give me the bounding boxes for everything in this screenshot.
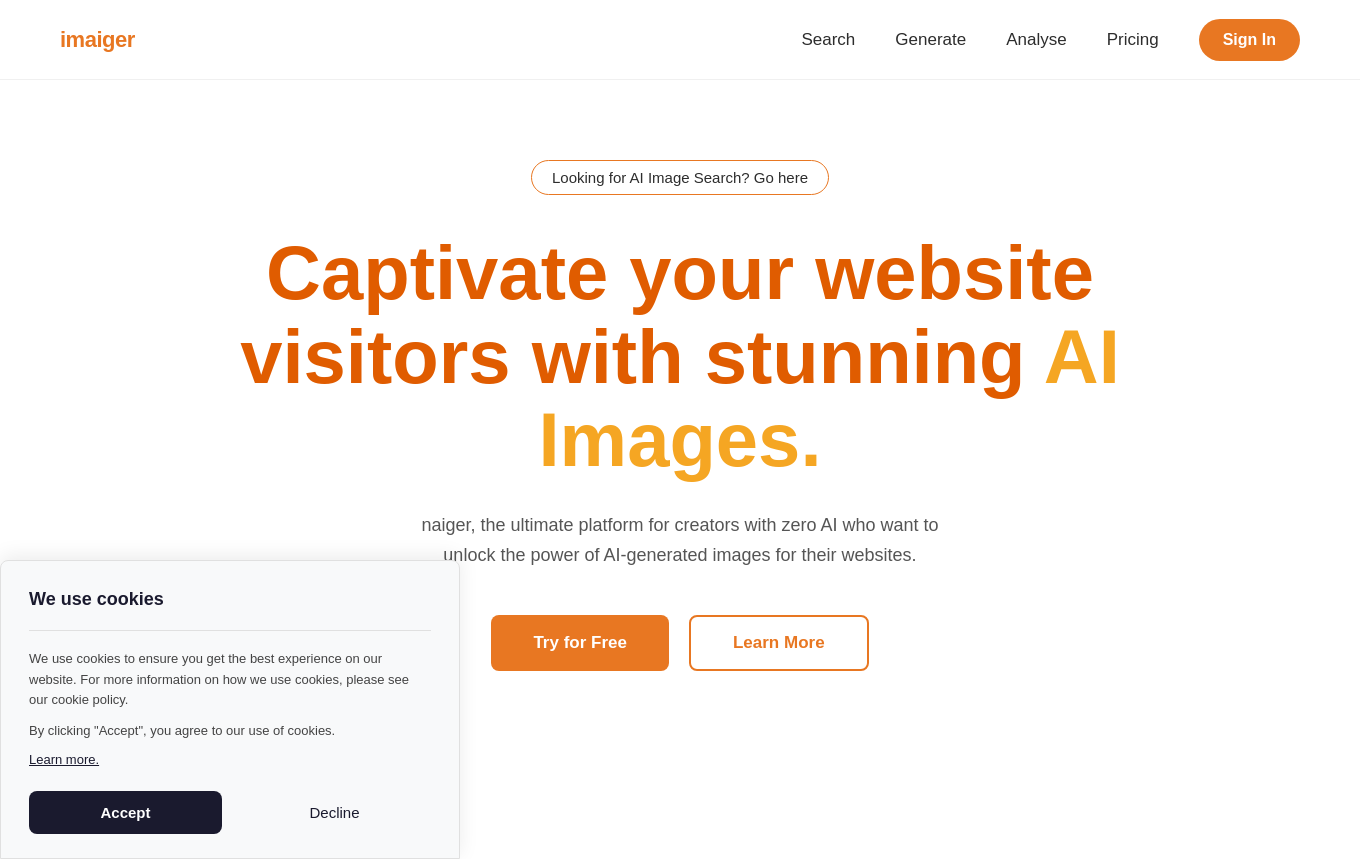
try-for-free-button[interactable]: Try for Free [491,615,669,671]
hero-title-line3: Images. [538,397,821,482]
hero-title: Captivate your website visitors with stu… [240,231,1120,482]
nav-search[interactable]: Search [801,30,855,50]
hero-title-line2-part1: visitors with stunning [240,314,1025,399]
nav-pricing[interactable]: Pricing [1107,30,1159,50]
hero-badge[interactable]: Looking for AI Image Search? Go here [531,160,829,195]
hero-subtitle: naiger, the ultimate platform for creato… [400,510,960,571]
hero-title-line2-part2: AI [1026,314,1120,399]
nav-analyse[interactable]: Analyse [1006,30,1066,50]
cookie-title: We use cookies [29,589,431,610]
cookie-learn-more-link[interactable]: Learn more. [29,752,431,760]
hero-buttons: Try for Free Learn More [491,615,868,671]
header: imaiger Search Generate Analyse Pricing … [0,0,1360,80]
logo[interactable]: imaiger [60,27,135,53]
nav-generate[interactable]: Generate [895,30,966,50]
hero-title-line1: Captivate your website [266,230,1094,315]
cookie-accept-note: By clicking "Accept", you agree to our u… [29,721,431,742]
cookie-banner: We use cookies We use cookies to ensure … [0,560,460,760]
cookie-divider [29,630,431,631]
cookie-description: We use cookies to ensure you get the bes… [29,649,431,711]
nav: Search Generate Analyse Pricing Sign In [801,19,1300,61]
learn-more-button[interactable]: Learn More [689,615,869,671]
sign-in-button[interactable]: Sign In [1199,19,1300,61]
